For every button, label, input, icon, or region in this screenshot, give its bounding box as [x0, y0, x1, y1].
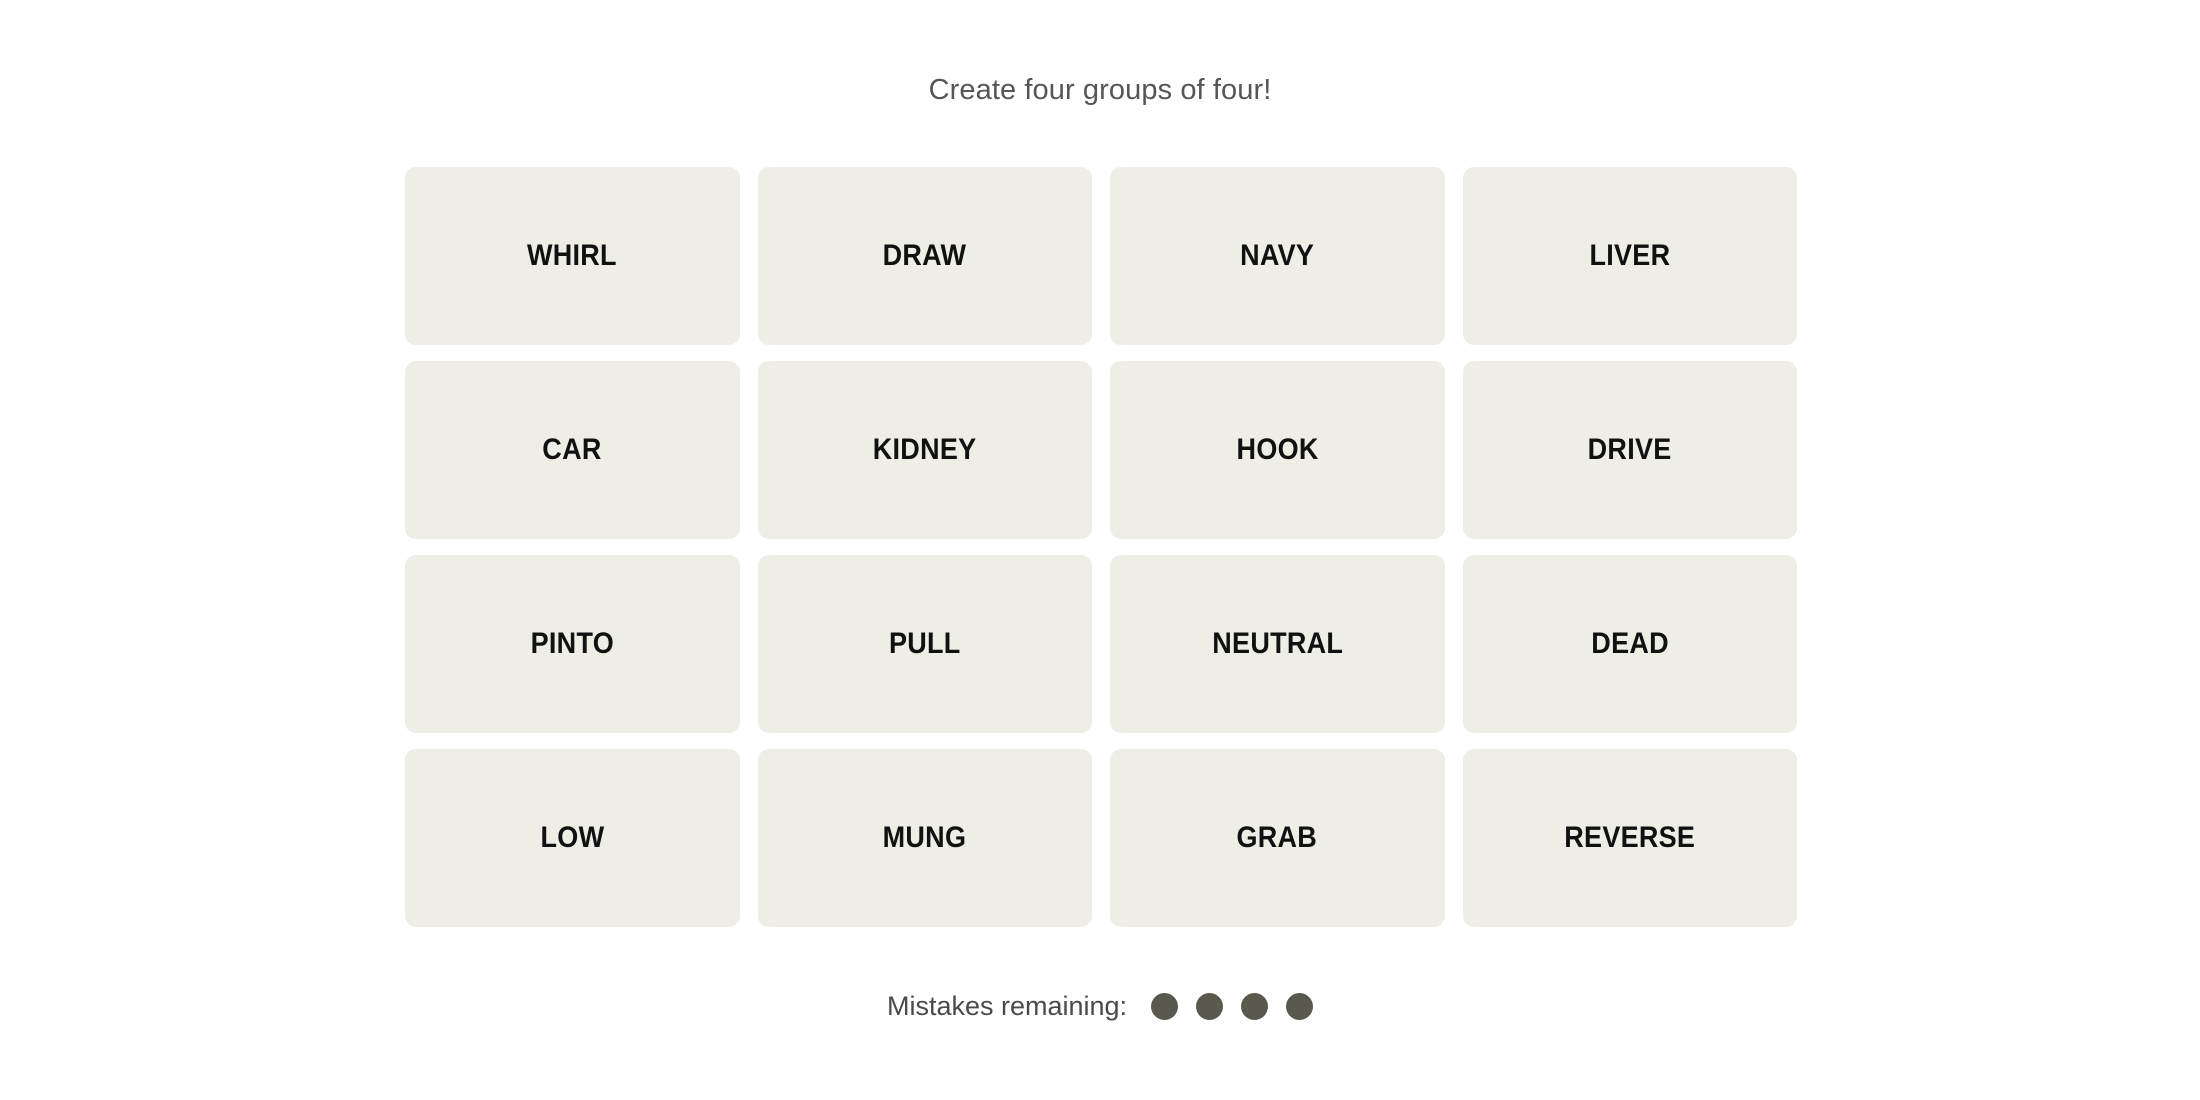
mistakes-remaining-label: Mistakes remaining: [886, 991, 1128, 1021]
word-tile-grab[interactable]: GRAB [1110, 749, 1445, 927]
mistakes-remaining-bar: Mistakes remaining: [0, 993, 2200, 1020]
word-tile-label: DRIVE [1587, 433, 1672, 466]
word-tile-drive[interactable]: DRIVE [1462, 361, 1797, 539]
word-tile-label: LOW [540, 821, 605, 854]
word-tile-label: WHIRL [527, 239, 618, 272]
word-tile-grid: WHIRL DRAW NAVY LIVER CAR KIDNEY HOOK DR… [405, 167, 1797, 927]
word-tile-label: DEAD [1590, 627, 1669, 660]
word-tile-label: PULL [888, 627, 961, 660]
word-tile-draw[interactable]: DRAW [757, 167, 1092, 345]
word-tile-pull[interactable]: PULL [757, 555, 1092, 733]
word-tile-neutral[interactable]: NEUTRAL [1110, 555, 1445, 733]
word-tile-navy[interactable]: NAVY [1110, 167, 1445, 345]
mistake-dot-icon [1241, 993, 1269, 1020]
word-tile-liver[interactable]: LIVER [1462, 167, 1797, 345]
word-tile-label: HOOK [1236, 433, 1319, 466]
word-tile-label: DRAW [882, 239, 967, 272]
word-tile-label: NEUTRAL [1211, 627, 1343, 660]
word-tile-label: GRAB [1236, 821, 1318, 854]
word-tile-car[interactable]: CAR [405, 361, 740, 539]
connections-game: Create four groups of four! WHIRL DRAW N… [0, 0, 2200, 1100]
word-tile-low[interactable]: LOW [405, 749, 740, 927]
word-tile-label: CAR [542, 433, 602, 466]
mistake-dot-icon [1151, 993, 1179, 1020]
word-tile-label: KIDNEY [872, 433, 977, 466]
mistake-dot-icon [1196, 993, 1224, 1020]
word-tile-label: LIVER [1589, 239, 1671, 272]
word-tile-kidney[interactable]: KIDNEY [757, 361, 1092, 539]
word-tile-label: NAVY [1240, 239, 1315, 272]
word-tile-label: MUNG [882, 821, 967, 854]
word-tile-dead[interactable]: DEAD [1462, 555, 1797, 733]
mistake-dot-group [1151, 993, 1314, 1020]
word-tile-label: REVERSE [1564, 821, 1696, 854]
page-title: Create four groups of four! [928, 74, 1272, 106]
word-tile-label: PINTO [530, 627, 614, 660]
word-tile-hook[interactable]: HOOK [1110, 361, 1445, 539]
mistake-dot-icon [1286, 993, 1314, 1020]
word-tile-pinto[interactable]: PINTO [405, 555, 740, 733]
word-tile-whirl[interactable]: WHIRL [405, 167, 740, 345]
word-tile-reverse[interactable]: REVERSE [1462, 749, 1797, 927]
word-tile-mung[interactable]: MUNG [757, 749, 1092, 927]
